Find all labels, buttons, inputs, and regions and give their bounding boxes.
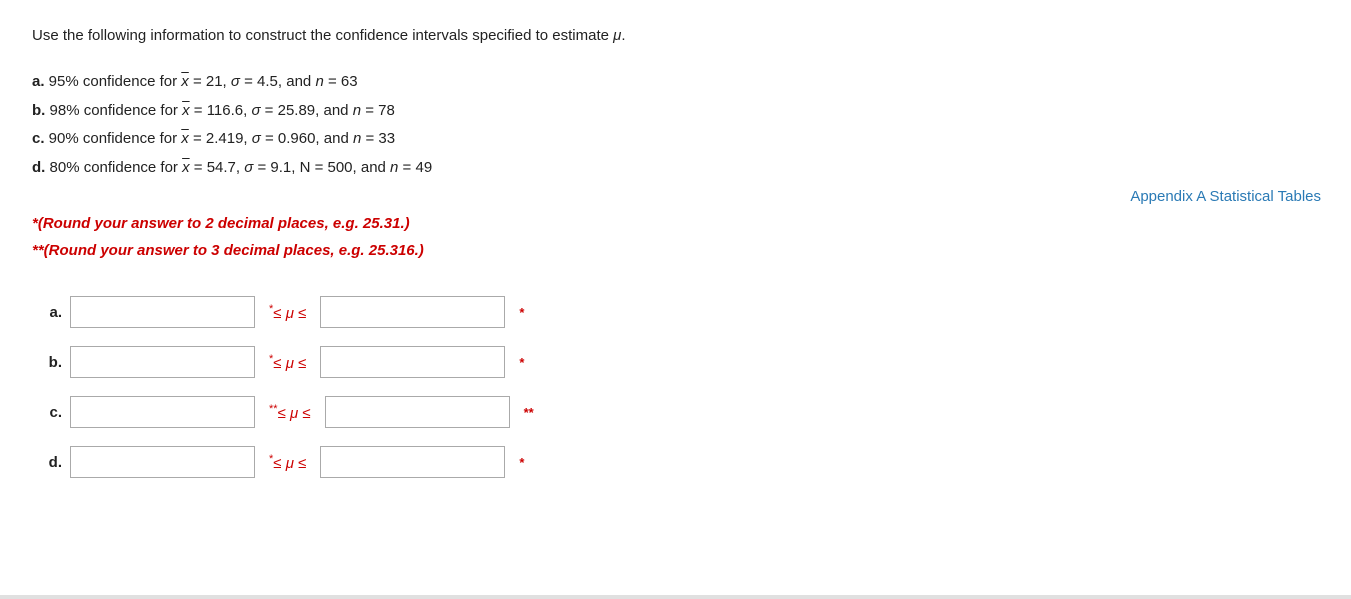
input-c-lower[interactable] bbox=[70, 396, 255, 428]
answer-rows: a. *≤ μ ≤ * b. *≤ μ ≤ * c. **≤ μ ≤ ** d.… bbox=[32, 296, 968, 478]
input-a-upper[interactable] bbox=[320, 296, 505, 328]
inequality-a: *≤ μ ≤ bbox=[269, 303, 306, 322]
problem-list: a. 95% confidence for x = 21, σ = 4.5, a… bbox=[32, 68, 968, 182]
inequality-b: *≤ μ ≤ bbox=[269, 353, 306, 372]
star-c: ** bbox=[524, 405, 534, 420]
input-b-lower[interactable] bbox=[70, 346, 255, 378]
input-a-lower[interactable] bbox=[70, 296, 255, 328]
answer-row-d: d. *≤ μ ≤ * bbox=[32, 446, 968, 478]
rounding-note-2: **(Round your answer to 3 decimal places… bbox=[32, 237, 968, 264]
bottom-border bbox=[0, 595, 1351, 599]
inequality-c: **≤ μ ≤ bbox=[269, 403, 311, 422]
star-b: * bbox=[519, 355, 524, 370]
intro-text: Use the following information to constru… bbox=[32, 24, 968, 48]
row-label-c: c. bbox=[32, 404, 62, 421]
input-c-upper[interactable] bbox=[325, 396, 510, 428]
row-label-b: b. bbox=[32, 354, 62, 371]
input-b-upper[interactable] bbox=[320, 346, 505, 378]
star-d: * bbox=[519, 455, 524, 470]
rounding-note-1: *(Round your answer to 2 decimal places,… bbox=[32, 210, 968, 237]
answer-row-b: b. *≤ μ ≤ * bbox=[32, 346, 968, 378]
row-label-d: d. bbox=[32, 454, 62, 471]
answer-row-c: c. **≤ μ ≤ ** bbox=[32, 396, 968, 428]
input-d-lower[interactable] bbox=[70, 446, 255, 478]
row-label-a: a. bbox=[32, 304, 62, 321]
rounding-notes: *(Round your answer to 2 decimal places,… bbox=[32, 210, 968, 264]
input-d-upper[interactable] bbox=[320, 446, 505, 478]
star-a: * bbox=[519, 305, 524, 320]
answer-row-a: a. *≤ μ ≤ * bbox=[32, 296, 968, 328]
inequality-d: *≤ μ ≤ bbox=[269, 453, 306, 472]
appendix-link[interactable]: Appendix A Statistical Tables bbox=[1130, 188, 1321, 205]
